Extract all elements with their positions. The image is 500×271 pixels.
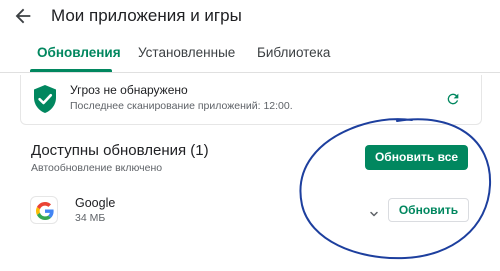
security-status-title: Угроз не обнаружено [70,83,188,97]
security-status-card: Угроз не обнаружено Последнее сканирован… [20,75,482,125]
chevron-down-icon[interactable] [368,208,380,220]
update-all-button[interactable]: Обновить все [365,145,468,170]
app-name[interactable]: Google [75,196,115,210]
shield-check-icon [34,85,56,113]
tab-installed[interactable]: Установленные [138,45,235,60]
update-app-button[interactable]: Обновить [388,198,469,222]
app-size: 34 МБ [75,212,106,224]
security-scan-time: Последнее сканирование приложений: 12:00… [70,100,293,112]
page-title: Мои приложения и игры [51,6,242,25]
updates-available-heading: Доступны обновления (1) [31,142,209,159]
refresh-icon[interactable] [445,91,461,107]
google-g-icon[interactable] [30,196,58,224]
active-tab-indicator [30,69,112,72]
tab-bar: Обновления Установленные Библиотека [0,38,500,73]
top-app-bar: Мои приложения и игры [0,0,500,34]
tab-updates[interactable]: Обновления [37,45,121,60]
tab-library[interactable]: Библиотека [257,45,330,60]
auto-update-status: Автообновление включено [31,162,163,174]
arrow-back-icon[interactable] [12,5,34,27]
